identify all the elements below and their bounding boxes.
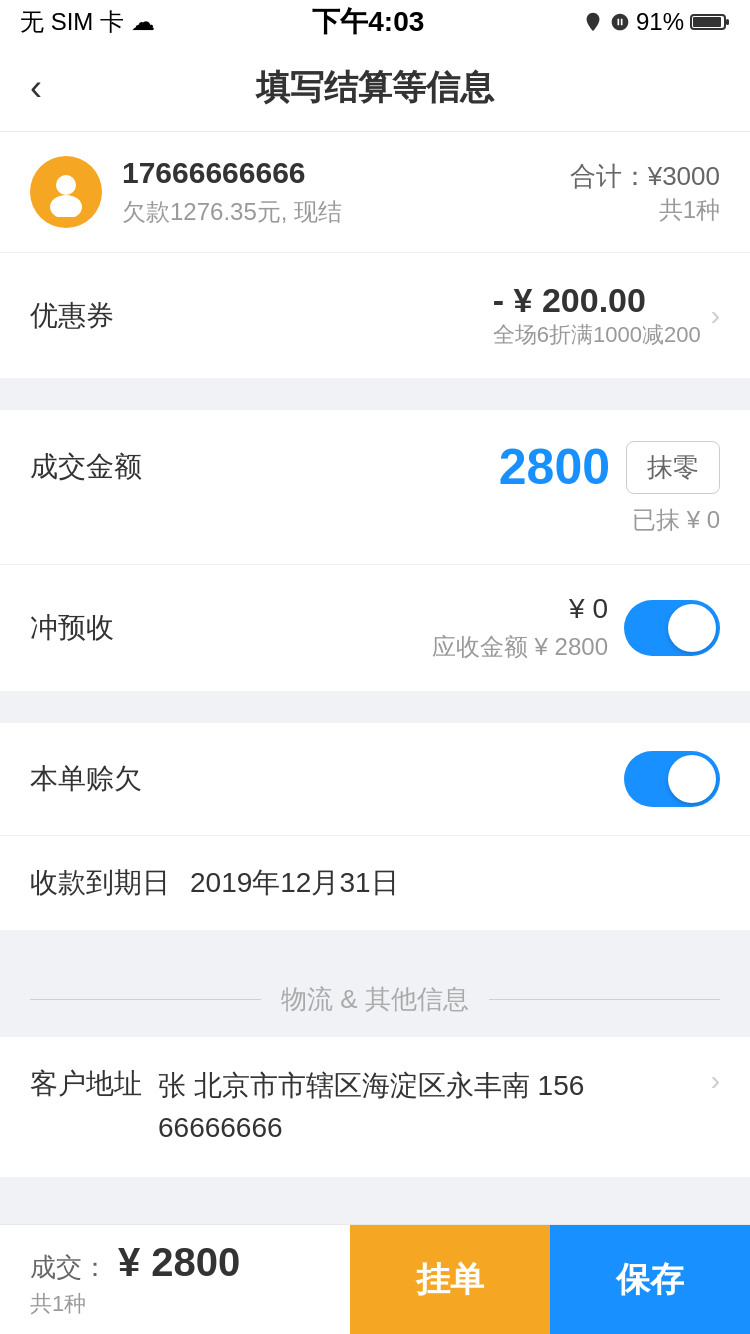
transaction-card: 成交金额 2800 抹零 已抹 ¥ 0 冲预收 ¥ 0 应收金额 ¥ 2800 — [0, 410, 750, 691]
status-right: 91% — [582, 8, 730, 36]
summary-line1: 成交： ¥ 2800 — [30, 1240, 320, 1285]
summary-amount: ¥ 2800 — [118, 1240, 240, 1285]
svg-rect-1 — [693, 17, 721, 27]
logistics-divider: 物流 & 其他信息 — [0, 962, 750, 1037]
user-debt: 欠款1276.35元, 现结 — [122, 196, 342, 228]
nav-bar: ‹ 填写结算等信息 — [0, 44, 750, 132]
svg-rect-2 — [726, 19, 729, 25]
address-value: 张 北京市市辖区海淀区永丰南 156 66666666 — [158, 1065, 695, 1149]
user-info-row: 17666666666 欠款1276.35元, 现结 合计：¥3000 共1种 — [0, 132, 750, 253]
prepay-toggle[interactable] — [624, 600, 720, 656]
prepay-section: 冲预收 ¥ 0 应收金额 ¥ 2800 — [0, 564, 750, 691]
user-left: 17666666666 欠款1276.35元, 现结 — [30, 156, 342, 228]
prepay-value-block: ¥ 0 应收金额 ¥ 2800 — [432, 593, 608, 663]
svg-point-3 — [56, 175, 76, 195]
due-date-value: 2019年12月31日 — [190, 864, 399, 902]
svg-point-4 — [50, 195, 82, 217]
battery-text: 91% — [636, 8, 684, 36]
total-count: 共1种 — [570, 194, 720, 226]
status-time: 下午4:03 — [312, 3, 424, 41]
total-label: 合计：¥3000 — [570, 159, 720, 194]
save-button[interactable]: 保存 — [550, 1225, 750, 1335]
address-chevron-icon: › — [711, 1065, 720, 1097]
bottom-bar: 成交： ¥ 2800 共1种 挂单 保存 — [0, 1224, 750, 1334]
debt-section: 本单赊欠 — [0, 723, 750, 835]
hang-order-button[interactable]: 挂单 — [350, 1225, 550, 1335]
summary-prefix: 成交： — [30, 1250, 108, 1285]
summary-count: 共1种 — [30, 1289, 320, 1319]
prepay-sub: 应收金额 ¥ 2800 — [432, 631, 608, 663]
coupon-amount: - ¥ 200.00 — [493, 281, 701, 320]
user-info-card: 17666666666 欠款1276.35元, 现结 合计：¥3000 共1种 … — [0, 132, 750, 378]
debt-card: 本单赊欠 收款到期日 2019年12月31日 — [0, 723, 750, 930]
due-date-row: 收款到期日 2019年12月31日 — [30, 864, 720, 902]
address-card: 客户地址 张 北京市市辖区海淀区永丰南 156 66666666 › — [0, 1037, 750, 1177]
coupon-desc: 全场6折满1000减200 — [493, 320, 701, 350]
status-bar: 无 SIM 卡 ☁ 下午4:03 91% — [0, 0, 750, 44]
content-area: 17666666666 欠款1276.35元, 现结 合计：¥3000 共1种 … — [0, 132, 750, 1334]
debt-label: 本单赊欠 — [30, 760, 142, 798]
avatar — [30, 156, 102, 228]
transaction-amount: 2800 — [499, 438, 610, 496]
divider-line-left — [30, 999, 261, 1000]
alarm-icon — [610, 12, 630, 32]
amount-row: 成交金额 2800 抹零 — [30, 438, 720, 496]
due-date-section: 收款到期日 2019年12月31日 — [0, 835, 750, 930]
bottom-summary: 成交： ¥ 2800 共1种 — [0, 1240, 350, 1319]
user-phone: 17666666666 — [122, 156, 342, 190]
prepay-label: 冲预收 — [30, 609, 114, 647]
user-details: 17666666666 欠款1276.35元, 现结 — [122, 156, 342, 228]
address-label: 客户地址 — [30, 1065, 142, 1103]
coupon-row[interactable]: 优惠券 - ¥ 200.00 全场6折满1000减200 › — [0, 253, 750, 378]
transaction-label: 成交金额 — [30, 448, 142, 486]
divider-1 — [0, 394, 750, 410]
due-date-label: 收款到期日 — [30, 864, 170, 902]
page-title: 填写结算等信息 — [256, 65, 494, 111]
coupon-label: 优惠券 — [30, 297, 114, 335]
prepay-right: ¥ 0 应收金额 ¥ 2800 — [432, 593, 720, 663]
divider-3 — [0, 946, 750, 962]
amount-section: 成交金额 2800 抹零 已抹 ¥ 0 — [0, 410, 750, 564]
location-icon — [582, 11, 604, 33]
prepay-row: 冲预收 ¥ 0 应收金额 ¥ 2800 — [30, 593, 720, 663]
divider-2 — [0, 707, 750, 723]
prepay-amount: ¥ 0 — [432, 593, 608, 625]
no-sim-text: 无 SIM 卡 ☁ — [20, 6, 155, 38]
divider-line-right — [489, 999, 720, 1000]
logistics-text: 物流 & 其他信息 — [281, 982, 469, 1017]
amount-right: 2800 抹零 — [499, 438, 720, 496]
battery-icon — [690, 12, 730, 32]
transaction-sub: 已抹 ¥ 0 — [30, 504, 720, 536]
coupon-right: - ¥ 200.00 全场6折满1000减200 › — [493, 281, 720, 350]
status-left: 无 SIM 卡 ☁ — [20, 6, 155, 38]
round-button[interactable]: 抹零 — [626, 441, 720, 494]
debt-toggle[interactable] — [624, 751, 720, 807]
coupon-chevron-icon: › — [711, 300, 720, 332]
back-button[interactable]: ‹ — [30, 67, 90, 109]
address-section[interactable]: 客户地址 张 北京市市辖区海淀区永丰南 156 66666666 › — [0, 1037, 750, 1177]
user-total: 合计：¥3000 共1种 — [570, 159, 720, 226]
